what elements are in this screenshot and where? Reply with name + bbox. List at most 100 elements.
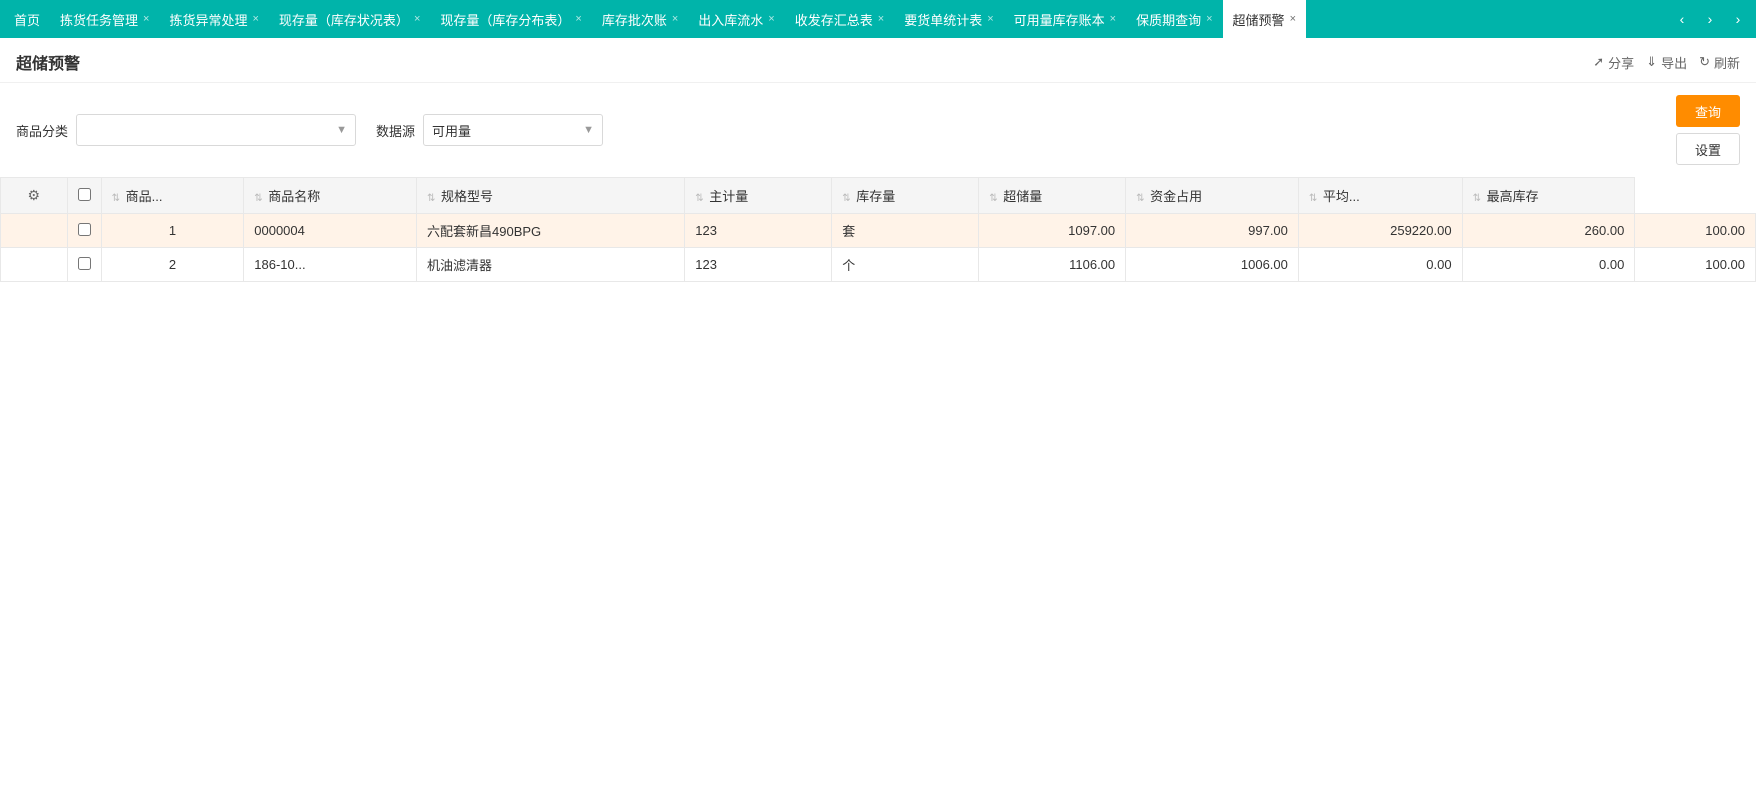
row-checkbox-0[interactable] [78,223,91,236]
row-spec-0: 123 [685,214,832,248]
row-checkbox-1[interactable] [78,257,91,270]
col-unit[interactable]: ⇅ 主计量 [685,178,832,214]
row-avg-0: 260.00 [1462,214,1635,248]
settings-gear-icon[interactable]: ⚙ [28,187,41,203]
col-avg[interactable]: ⇅ 平均... [1298,178,1462,214]
col-over-stock-label: 超储量 [1003,189,1042,204]
nav-item-11[interactable]: 超储预警× [1223,0,1306,38]
nav-item-7[interactable]: 收发存汇总表× [785,0,894,38]
filter-bar: 商品分类 ▼ 数据源 可用量 ▼ 查询 设置 [0,83,1756,177]
page-title: 超储预警 [16,50,80,74]
nav-close-icon-1[interactable]: × [143,13,149,25]
col-capital[interactable]: ⇅ 资金占用 [1126,178,1299,214]
share-button[interactable]: ➚ 分享 [1593,53,1634,72]
nav-close-icon-11[interactable]: × [1290,13,1296,25]
col-capital-label: 资金占用 [1150,189,1202,204]
category-label: 商品分类 [16,121,68,140]
col-product-code[interactable]: ⇅ 商品... [101,178,244,214]
col-spec-label: 规格型号 [441,189,493,204]
table-row: 2 186-10... 机油滤清器 123 个 1106.00 1006.00 … [1,248,1756,282]
export-label: 导出 [1661,53,1687,72]
nav-item-5[interactable]: 库存批次账× [592,0,688,38]
header-actions: ➚ 分享 ⇓ 导出 ↻ 刷新 [1593,53,1740,72]
datasource-chevron-down-icon: ▼ [583,124,594,136]
row-settings-0 [1,214,68,248]
nav-item-2[interactable]: 拣货异常处理× [159,0,268,38]
nav-item-4[interactable]: 现存量（库存分布表）× [430,0,591,38]
export-button[interactable]: ⇓ 导出 [1646,53,1687,72]
sort-spec-icon: ⇅ [427,193,435,204]
nav-next-arrow[interactable]: › [1696,0,1724,38]
refresh-label: 刷新 [1714,53,1740,72]
nav-item-1[interactable]: 拣货任务管理× [50,0,159,38]
datasource-select-text: 可用量 [432,121,471,140]
nav-more-arrow[interactable]: › [1724,0,1752,38]
refresh-icon: ↻ [1699,54,1710,70]
row-unit-0: 套 [832,214,979,248]
category-select[interactable]: ▼ [76,114,356,146]
row-capital-0: 259220.00 [1298,214,1462,248]
col-spec[interactable]: ⇅ 规格型号 [417,178,685,214]
sort-product-name-icon: ⇅ [254,193,262,204]
row-num-0: 1 [101,214,244,248]
select-all-checkbox[interactable] [78,188,91,201]
nav-close-icon-6[interactable]: × [768,13,774,25]
row-over-stock-1: 1006.00 [1126,248,1299,282]
sort-max-stock-icon: ⇅ [1473,193,1481,204]
action-buttons: 查询 设置 [1676,95,1740,165]
col-avg-label: 平均... [1323,189,1360,204]
data-table: ⚙ ⇅ 商品... ⇅ 商品名称 ⇅ 规格型号 [0,177,1756,282]
col-product-name[interactable]: ⇅ 商品名称 [244,178,417,214]
nav-close-icon-2[interactable]: × [252,13,258,25]
sort-over-stock-icon: ⇅ [989,193,997,204]
page-wrapper: 超储预警 ➚ 分享 ⇓ 导出 ↻ 刷新 商品分类 ▼ 数据源 [0,38,1756,800]
sort-unit-icon: ⇅ [695,193,703,204]
nav-prev-arrow[interactable]: ‹ [1668,0,1696,38]
col-product-code-label: 商品... [126,189,163,204]
nav-item-8[interactable]: 要货单统计表× [894,0,1003,38]
row-num-1: 2 [101,248,244,282]
category-chevron-down-icon: ▼ [336,124,347,136]
col-checkbox [67,178,101,214]
row-product-code-0: 0000004 [244,214,417,248]
nav-close-icon-3[interactable]: × [414,13,420,25]
nav-close-icon-4[interactable]: × [575,13,581,25]
nav-item-3[interactable]: 现存量（库存状况表）× [269,0,430,38]
row-avg-1: 0.00 [1462,248,1635,282]
row-stock-0: 1097.00 [979,214,1126,248]
page-header: 超储预警 ➚ 分享 ⇓ 导出 ↻ 刷新 [0,38,1756,83]
category-filter: 商品分类 ▼ [16,114,356,146]
table-header-row: ⚙ ⇅ 商品... ⇅ 商品名称 ⇅ 规格型号 [1,178,1756,214]
row-over-stock-0: 997.00 [1126,214,1299,248]
sort-avg-icon: ⇅ [1309,193,1317,204]
nav-close-icon-8[interactable]: × [987,13,993,25]
set-button[interactable]: 设置 [1676,133,1740,165]
table-container: ⚙ ⇅ 商品... ⇅ 商品名称 ⇅ 规格型号 [0,177,1756,298]
col-unit-label: 主计量 [709,189,748,204]
col-over-stock[interactable]: ⇅ 超储量 [979,178,1126,214]
datasource-select[interactable]: 可用量 ▼ [423,114,603,146]
refresh-button[interactable]: ↻ 刷新 [1699,53,1740,72]
col-max-stock[interactable]: ⇅ 最高库存 [1462,178,1635,214]
nav-item-6[interactable]: 出入库流水× [688,0,784,38]
nav-close-icon-7[interactable]: × [878,13,884,25]
row-unit-1: 个 [832,248,979,282]
query-button[interactable]: 查询 [1676,95,1740,127]
row-max-stock-0: 100.00 [1635,214,1756,248]
nav-item-9[interactable]: 可用量库存账本× [1004,0,1126,38]
table-row: 1 0000004 六配套新昌490BPG 123 套 1097.00 997.… [1,214,1756,248]
nav-item-0[interactable]: 首页 [4,0,50,38]
nav-close-icon-9[interactable]: × [1110,13,1116,25]
sort-capital-icon: ⇅ [1136,193,1144,204]
nav-item-10[interactable]: 保质期查询× [1126,0,1222,38]
col-stock-label: 库存量 [856,189,895,204]
row-max-stock-1: 100.00 [1635,248,1756,282]
share-label: 分享 [1608,53,1634,72]
row-settings-1 [1,248,68,282]
nav-close-icon-5[interactable]: × [672,13,678,25]
col-stock[interactable]: ⇅ 库存量 [832,178,979,214]
nav-close-icon-10[interactable]: × [1206,13,1212,25]
row-checkbox-cell-0 [67,214,101,248]
top-navigation: 首页拣货任务管理×拣货异常处理×现存量（库存状况表）×现存量（库存分布表）×库存… [0,0,1756,38]
share-icon: ➚ [1593,54,1604,70]
